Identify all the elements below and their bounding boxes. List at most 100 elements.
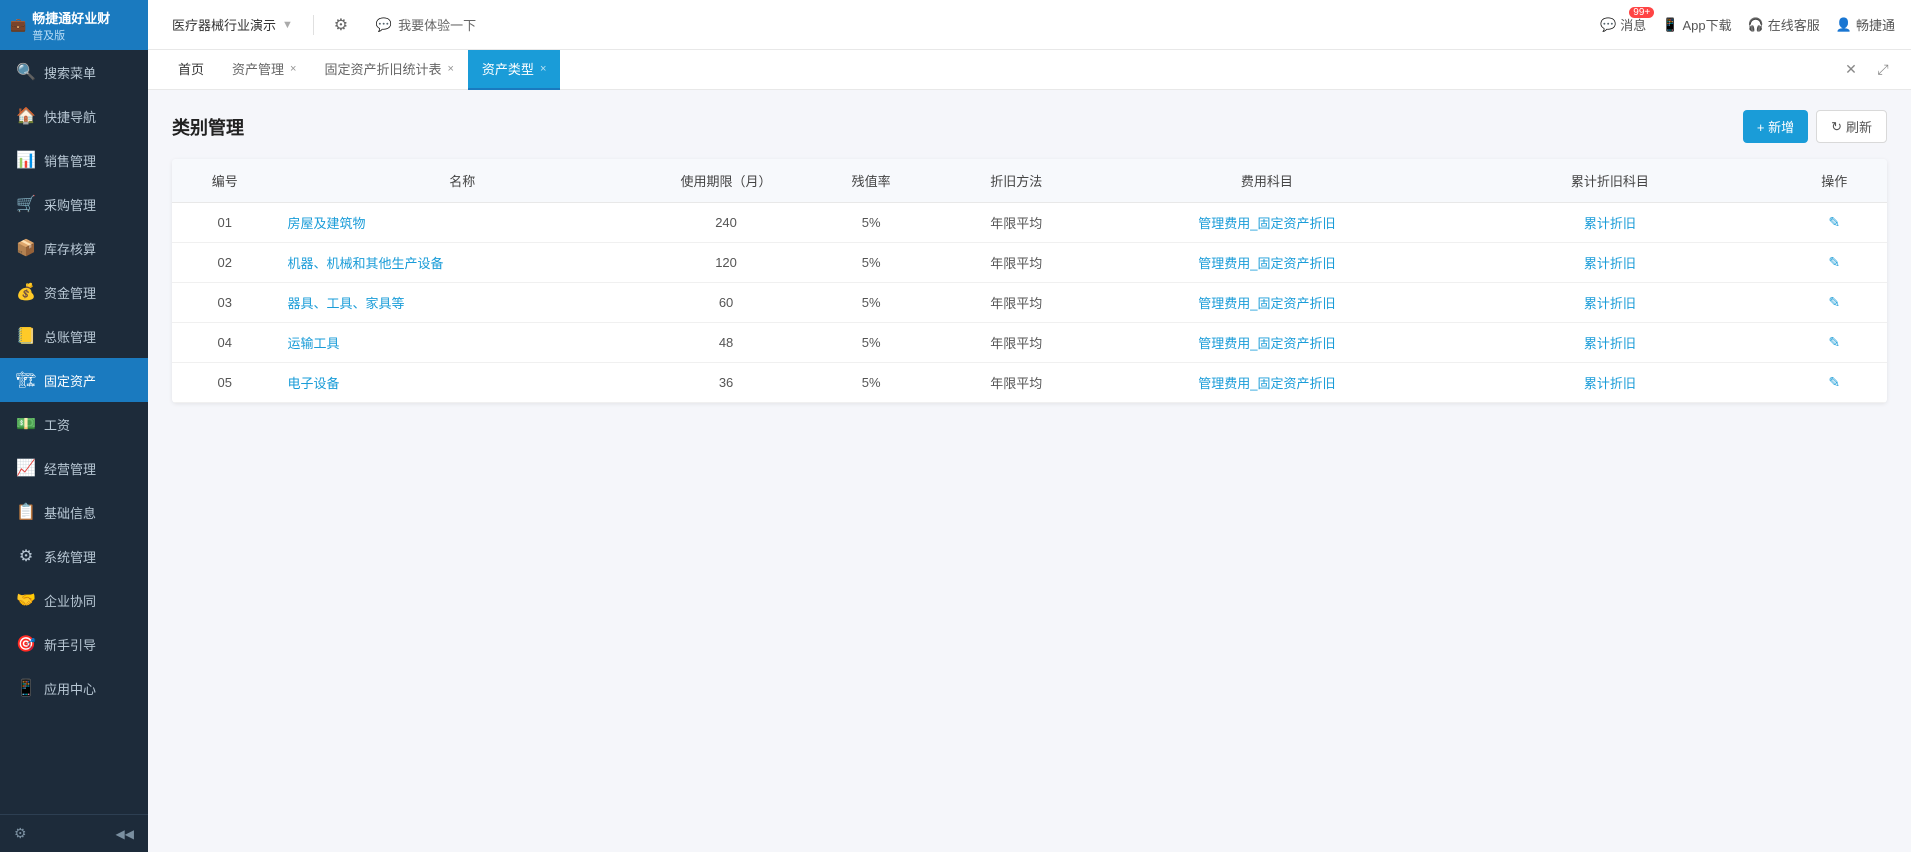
cell-accum: 累计折旧	[1438, 283, 1781, 323]
sidebar-item-fixed-assets[interactable]: 🏗 固定资产	[0, 358, 148, 402]
sidebar-item-label: 搜索菜单	[44, 63, 96, 82]
refresh-icon: ↻	[1831, 119, 1842, 135]
page-header: 类别管理 + 新增 ↻ 刷新	[172, 110, 1887, 143]
cell-expense: 管理费用_固定资产折旧	[1095, 203, 1438, 243]
table-row: 01 房屋及建筑物 240 5% 年限平均 管理费用_固定资产折旧 累计折旧 ✎	[172, 203, 1887, 243]
sidebar-item-purchase[interactable]: 🛒 采购管理	[0, 182, 148, 226]
messages-button[interactable]: 💬 消息 99+	[1600, 15, 1646, 34]
logo-sub: 普及版	[32, 27, 110, 43]
chart-icon: 📊	[16, 150, 36, 170]
tab-home[interactable]: 首页	[164, 50, 218, 90]
dropdown-icon: ▼	[282, 19, 293, 31]
refresh-label: 刷新	[1846, 117, 1872, 136]
col-header-residual: 残值率	[805, 159, 937, 203]
tab-close-asset-type[interactable]: ×	[540, 63, 546, 75]
asset-type-table: 编号 名称 使用期限（月） 残值率 折旧方法 费用科目 累计折旧科目 操作 01…	[172, 159, 1887, 403]
tab-close-fixed-assets-table[interactable]: ×	[447, 63, 453, 75]
edit-button[interactable]: ✎	[1828, 294, 1840, 310]
tab-fixed-assets-table-label: 固定资产折旧统计表	[324, 59, 441, 78]
tab-home-label: 首页	[178, 59, 204, 78]
new-button[interactable]: + 新增	[1743, 110, 1808, 143]
sidebar-item-label: 基础信息	[44, 503, 96, 522]
mobile-icon: 📱	[16, 678, 36, 698]
tab-fixed-assets-table[interactable]: 固定资产折旧统计表 ×	[310, 50, 467, 90]
header-actions: + 新增 ↻ 刷新	[1743, 110, 1887, 143]
sidebar-item-enterprise[interactable]: 🤝 企业协同	[0, 578, 148, 622]
messages-badge: 99+	[1629, 7, 1654, 18]
service-icon: 🎧	[1748, 17, 1764, 33]
cell-period: 48	[647, 323, 805, 363]
cell-name: 房屋及建筑物	[278, 203, 647, 243]
sidebar-item-search[interactable]: 🔍 搜索菜单	[0, 50, 148, 94]
user-avatar-button[interactable]: 👤 畅捷通	[1836, 15, 1895, 34]
sidebar-item-guide[interactable]: 🎯 新手引导	[0, 622, 148, 666]
cart-icon: 🛒	[16, 194, 36, 214]
col-header-action: 操作	[1781, 159, 1887, 203]
sidebar-item-inventory[interactable]: 📦 库存核算	[0, 226, 148, 270]
cell-method: 年限平均	[937, 363, 1095, 403]
chat-icon: 💬	[376, 17, 392, 33]
trend-icon: 📈	[16, 458, 36, 478]
sidebar-bottom: ⚙ ◀◀	[0, 814, 148, 852]
gear-icon: ⚙	[16, 546, 36, 566]
tab-close-assets-mgmt[interactable]: ×	[290, 63, 296, 75]
tab-asset-type[interactable]: 资产类型 ×	[468, 50, 560, 90]
payroll-icon: 💵	[16, 414, 36, 434]
app-download-label: App下载	[1682, 15, 1731, 34]
cell-residual: 5%	[805, 283, 937, 323]
cell-accum: 累计折旧	[1438, 363, 1781, 403]
experience-button[interactable]: 💬 我要体验一下	[368, 11, 484, 38]
cell-code: 04	[172, 323, 278, 363]
edit-button[interactable]: ✎	[1828, 214, 1840, 230]
cell-name: 运输工具	[278, 323, 647, 363]
refresh-button[interactable]: ↻ 刷新	[1816, 110, 1887, 143]
experience-text: 我要体验一下	[398, 15, 476, 34]
tab-minimize-button[interactable]: ✕	[1839, 58, 1863, 82]
topbar-divider	[313, 15, 314, 35]
sidebar-item-label: 库存核算	[44, 239, 96, 258]
sidebar-item-funds[interactable]: 💰 资金管理	[0, 270, 148, 314]
cell-name: 器具、工具、家具等	[278, 283, 647, 323]
cell-accum: 累计折旧	[1438, 323, 1781, 363]
cell-action: ✎	[1781, 363, 1887, 403]
topbar-settings-button[interactable]: ⚙	[326, 10, 356, 40]
settings-icon[interactable]: ⚙	[14, 825, 27, 842]
collapse-icon[interactable]: ◀◀	[116, 827, 134, 841]
col-header-expense: 费用科目	[1095, 159, 1438, 203]
sidebar-item-quick-nav[interactable]: 🏠 快捷导航	[0, 94, 148, 138]
building-icon: 🏗	[16, 370, 36, 390]
app-selector[interactable]: 医疗器械行业演示 ▼	[164, 11, 301, 38]
sidebar-item-payroll[interactable]: 💵 工资	[0, 402, 148, 446]
sidebar-item-app-center[interactable]: 📱 应用中心	[0, 666, 148, 710]
home-icon: 🏠	[16, 106, 36, 126]
table-row: 05 电子设备 36 5% 年限平均 管理费用_固定资产折旧 累计折旧 ✎	[172, 363, 1887, 403]
sidebar-item-operations[interactable]: 📈 经营管理	[0, 446, 148, 490]
edit-button[interactable]: ✎	[1828, 374, 1840, 390]
tab-assets-mgmt[interactable]: 资产管理 ×	[218, 50, 310, 90]
app-download-button[interactable]: 📱 App下载	[1662, 15, 1731, 34]
cell-residual: 5%	[805, 203, 937, 243]
table-row: 02 机器、机械和其他生产设备 120 5% 年限平均 管理费用_固定资产折旧 …	[172, 243, 1887, 283]
sidebar-item-system[interactable]: ⚙ 系统管理	[0, 534, 148, 578]
sidebar-item-basic-info[interactable]: 📋 基础信息	[0, 490, 148, 534]
cell-code: 02	[172, 243, 278, 283]
data-table-container: 编号 名称 使用期限（月） 残值率 折旧方法 费用科目 累计折旧科目 操作 01…	[172, 159, 1887, 403]
online-service-button[interactable]: 🎧 在线客服	[1748, 15, 1820, 34]
tab-maximize-button[interactable]: ⤢	[1871, 58, 1895, 82]
sidebar-item-label: 资金管理	[44, 283, 96, 302]
sidebar-item-label: 固定资产	[44, 371, 96, 390]
tab-window-controls: ✕ ⤢	[1839, 58, 1895, 82]
cell-period: 120	[647, 243, 805, 283]
sidebar-item-ledger[interactable]: 📒 总账管理	[0, 314, 148, 358]
sidebar-item-label: 销售管理	[44, 151, 96, 170]
cell-period: 36	[647, 363, 805, 403]
edit-button[interactable]: ✎	[1828, 334, 1840, 350]
book-icon: 📒	[16, 326, 36, 346]
col-header-name: 名称	[278, 159, 647, 203]
col-header-method: 折旧方法	[937, 159, 1095, 203]
edit-button[interactable]: ✎	[1828, 254, 1840, 270]
cell-method: 年限平均	[937, 243, 1095, 283]
cell-method: 年限平均	[937, 203, 1095, 243]
sidebar-item-sales[interactable]: 📊 销售管理	[0, 138, 148, 182]
cell-accum: 累计折旧	[1438, 203, 1781, 243]
